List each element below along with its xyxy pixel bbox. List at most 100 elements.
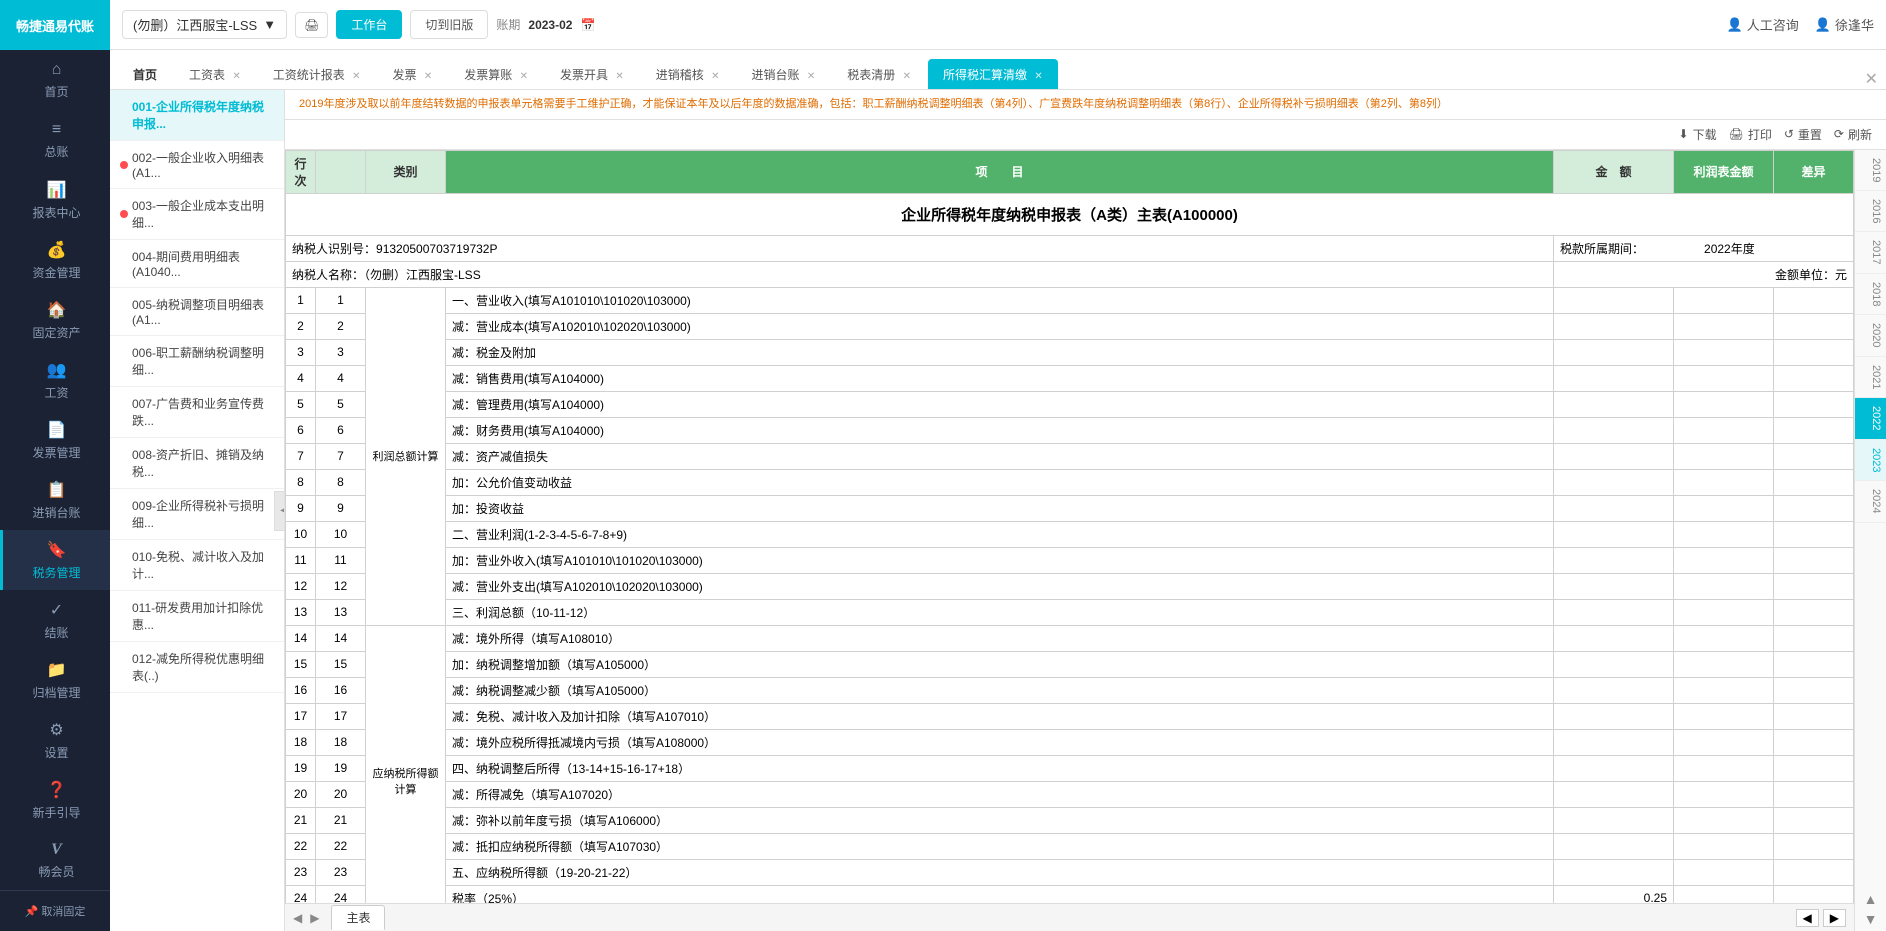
- sidebar-footer-pin[interactable]: 📌 取消固定: [0, 890, 110, 931]
- cell-profit[interactable]: [1674, 365, 1774, 391]
- left-panel-item-002[interactable]: 002-一般企业收入明细表(A1...: [110, 141, 284, 189]
- cell-diff[interactable]: [1774, 469, 1854, 495]
- cell-profit[interactable]: [1674, 547, 1774, 573]
- cell-amount[interactable]: [1554, 391, 1674, 417]
- sidebar-item-capital[interactable]: 💰 资金管理: [0, 230, 110, 290]
- year-2020[interactable]: 2020: [1855, 315, 1886, 356]
- sidebar-item-home[interactable]: ⌂ 首页: [0, 50, 110, 110]
- cell-project[interactable]: 四、纳税调整后所得（13-14+15-16-17+18）: [446, 755, 1554, 781]
- year-scroll-down-btn[interactable]: ▼: [1864, 911, 1878, 927]
- tab-invoice-close[interactable]: ✕: [424, 71, 432, 82]
- sidebar-item-assets[interactable]: 🏠 固定资产: [0, 290, 110, 350]
- left-panel-item-012[interactable]: 012-减免所得税优惠明细表(..): [110, 642, 284, 693]
- reset-btn[interactable]: ↺ 重置: [1784, 126, 1822, 143]
- cell-profit[interactable]: [1674, 391, 1774, 417]
- sidebar-item-close[interactable]: ✓ 结账: [0, 590, 110, 650]
- sidebar-item-ledger[interactable]: ≡ 总账: [0, 110, 110, 170]
- cell-diff[interactable]: [1774, 495, 1854, 521]
- sidebar-item-salary[interactable]: 👥 工资: [0, 350, 110, 410]
- tab-invoice[interactable]: 发票 ✕: [378, 59, 448, 89]
- left-panel-item-003[interactable]: 003-一般企业成本支出明细...: [110, 189, 284, 240]
- cell-project[interactable]: 三、利润总额（10-11-12）: [446, 599, 1554, 625]
- cell-project[interactable]: 加：投资收益: [446, 495, 1554, 521]
- year-2017[interactable]: 2017: [1855, 232, 1886, 273]
- left-panel-item-005[interactable]: 005-纳税调整项目明细表(A1...: [110, 288, 284, 336]
- cell-project[interactable]: 减：纳税调整减少额（填写A105000）: [446, 677, 1554, 703]
- cell-project[interactable]: 减：免税、减计收入及加计扣除（填写A107010）: [446, 703, 1554, 729]
- cell-project[interactable]: 减：财务费用(填写A104000): [446, 417, 1554, 443]
- year-2019[interactable]: 2019: [1855, 150, 1886, 191]
- download-btn[interactable]: ⬇ 下载: [1679, 126, 1717, 143]
- tab-invoice-open[interactable]: 发票开具 ✕: [545, 59, 639, 89]
- sidebar-item-sales[interactable]: 📋 进销台账: [0, 470, 110, 530]
- sidebar-item-invoice[interactable]: 📄 发票管理: [0, 410, 110, 470]
- cell-project[interactable]: 一、营业收入(填写A101010\101020\103000): [446, 287, 1554, 313]
- cell-amount[interactable]: [1554, 859, 1674, 885]
- cell-project[interactable]: 加：纳税调整增加额（填写A105000）: [446, 651, 1554, 677]
- cell-diff[interactable]: [1774, 651, 1854, 677]
- left-panel-item-010[interactable]: 010-免税、减计收入及加计...: [110, 540, 284, 591]
- cell-diff[interactable]: [1774, 703, 1854, 729]
- cell-profit[interactable]: [1674, 469, 1774, 495]
- tab-tax-clear[interactable]: 税表清册 ✕: [832, 59, 926, 89]
- cell-profit[interactable]: [1674, 313, 1774, 339]
- cell-diff[interactable]: [1774, 417, 1854, 443]
- cell-diff[interactable]: [1774, 807, 1854, 833]
- cell-diff[interactable]: [1774, 365, 1854, 391]
- cell-diff[interactable]: [1774, 729, 1854, 755]
- cell-diff[interactable]: [1774, 885, 1854, 903]
- left-panel-collapse-btn[interactable]: ◀: [274, 491, 285, 531]
- cell-diff[interactable]: [1774, 339, 1854, 365]
- cell-amount[interactable]: [1554, 417, 1674, 443]
- cell-amount[interactable]: [1554, 625, 1674, 651]
- cell-profit[interactable]: [1674, 885, 1774, 903]
- year-2021[interactable]: 2021: [1855, 357, 1886, 398]
- close-all-btn[interactable]: ✕: [1865, 69, 1878, 89]
- scroll-right-btn[interactable]: ▶: [1823, 909, 1846, 927]
- cell-profit[interactable]: [1674, 677, 1774, 703]
- cell-amount[interactable]: [1554, 781, 1674, 807]
- tab-income-tax-close[interactable]: ✕: [1034, 71, 1042, 82]
- cell-profit[interactable]: [1674, 625, 1774, 651]
- cell-diff[interactable]: [1774, 573, 1854, 599]
- ai-consult-btn[interactable]: 👤 人工咨询: [1727, 15, 1799, 34]
- left-panel-item-001[interactable]: 001-企业所得税年度纳税申报...: [110, 90, 284, 141]
- print-btn[interactable]: 🖨 打印: [1729, 126, 1772, 143]
- cell-diff[interactable]: [1774, 677, 1854, 703]
- cell-amount[interactable]: [1554, 677, 1674, 703]
- left-panel-item-004[interactable]: 004-期间费用明细表(A1040...: [110, 240, 284, 288]
- cell-amount[interactable]: [1554, 807, 1674, 833]
- cell-diff[interactable]: [1774, 859, 1854, 885]
- cell-profit[interactable]: [1674, 703, 1774, 729]
- cell-profit[interactable]: [1674, 443, 1774, 469]
- cell-project[interactable]: 减：营业外支出(填写A102010\102020\103000): [446, 573, 1554, 599]
- cell-profit[interactable]: [1674, 521, 1774, 547]
- print-document-btn[interactable]: 🖨: [295, 12, 328, 38]
- tab-income-tax[interactable]: 所得税汇算清缴 ✕: [928, 59, 1058, 89]
- cell-profit[interactable]: [1674, 859, 1774, 885]
- cell-amount[interactable]: [1554, 547, 1674, 573]
- cell-profit[interactable]: [1674, 833, 1774, 859]
- switch-old-btn[interactable]: 切到旧版: [410, 10, 488, 39]
- calendar-icon[interactable]: 📅: [580, 18, 595, 32]
- cell-project[interactable]: 减：资产减值损失: [446, 443, 1554, 469]
- tab-purchase-verify[interactable]: 进销稽核 ✕: [641, 59, 735, 89]
- tab-purchase-ledger-close[interactable]: ✕: [807, 71, 815, 82]
- year-2022[interactable]: 2022: [1855, 398, 1886, 439]
- tab-salary-stats-close[interactable]: ✕: [352, 71, 360, 82]
- cell-diff[interactable]: [1774, 521, 1854, 547]
- sidebar-item-member[interactable]: V 畅会员: [0, 830, 110, 890]
- cell-amount[interactable]: [1554, 339, 1674, 365]
- cell-amount[interactable]: [1554, 521, 1674, 547]
- cell-project[interactable]: 减：境外所得（填写A108010）: [446, 625, 1554, 651]
- cell-amount[interactable]: [1554, 755, 1674, 781]
- cell-project[interactable]: 减：抵扣应纳税所得额（填写A107030）: [446, 833, 1554, 859]
- scroll-left-btn[interactable]: ◀: [1796, 909, 1819, 927]
- year-scroll-up-btn[interactable]: ▲: [1864, 891, 1878, 907]
- cell-diff[interactable]: [1774, 755, 1854, 781]
- cell-amount[interactable]: [1554, 651, 1674, 677]
- year-2024[interactable]: 2024: [1855, 481, 1886, 522]
- tab-tax-clear-close[interactable]: ✕: [903, 71, 911, 82]
- cell-amount[interactable]: [1554, 599, 1674, 625]
- cell-project[interactable]: 加：公允价值变动收益: [446, 469, 1554, 495]
